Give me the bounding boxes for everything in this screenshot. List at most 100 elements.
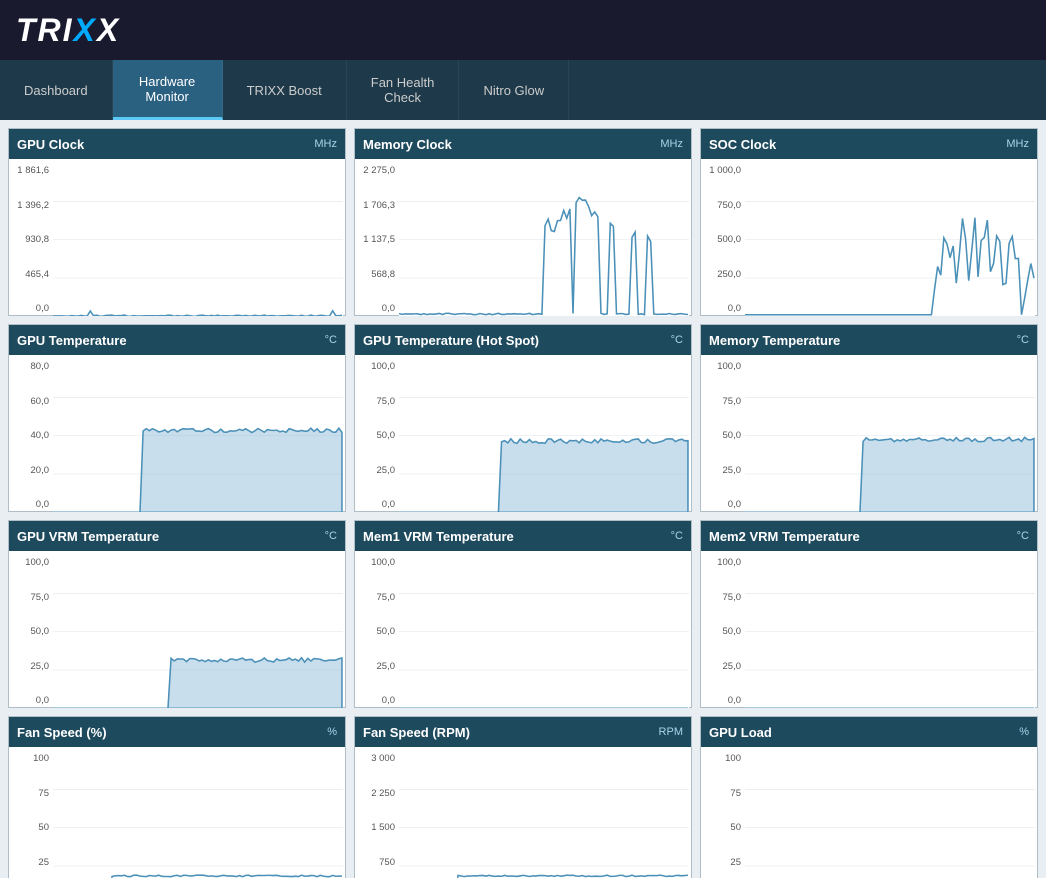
chart-body-mem2-vrm-temp: 100,075,050,025,00,0 bbox=[701, 551, 1037, 712]
y-label: 0,0 bbox=[11, 303, 49, 314]
y-axis-gpu-temp-hotspot: 100,075,050,025,00,0 bbox=[355, 359, 399, 512]
y-label: 60,0 bbox=[11, 396, 49, 407]
chart-unit-memory-temp: °C bbox=[1017, 334, 1029, 346]
y-axis-gpu-clock: 1 861,61 396,2930,8465,40,0 bbox=[9, 163, 53, 316]
y-label: 750,0 bbox=[703, 200, 741, 211]
chart-title-gpu-load: GPU Load bbox=[709, 725, 772, 740]
y-label: 0,0 bbox=[11, 499, 49, 510]
chart-gpu-clock: GPU ClockMHz1 861,61 396,2930,8465,40,0 bbox=[8, 128, 346, 316]
chart-unit-mem1-vrm-temp: °C bbox=[671, 530, 683, 542]
y-label: 0,0 bbox=[11, 695, 49, 706]
y-label: 250,0 bbox=[703, 269, 741, 280]
chart-body-memory-temp: 100,075,050,025,00,0 bbox=[701, 355, 1037, 516]
chart-title-fan-speed-pct: Fan Speed (%) bbox=[17, 725, 107, 740]
content-area: GPU ClockMHz1 861,61 396,2930,8465,40,0M… bbox=[0, 120, 1046, 878]
svg-area-mem1-vrm-temp bbox=[399, 555, 689, 708]
svg-area-fan-speed-rpm bbox=[399, 751, 689, 878]
y-label: 568,8 bbox=[357, 269, 395, 280]
y-label: 75,0 bbox=[357, 396, 395, 407]
svg-area-gpu-vrm-temp bbox=[53, 555, 343, 708]
chart-unit-gpu-vrm-temp: °C bbox=[325, 530, 337, 542]
chart-header-memory-clock: Memory ClockMHz bbox=[355, 129, 691, 159]
app-logo: TRIXX bbox=[16, 12, 120, 49]
y-label: 100,0 bbox=[357, 361, 395, 372]
svg-area-gpu-temp bbox=[53, 359, 343, 512]
chart-mem2-vrm-temp: Mem2 VRM Temperature°C100,075,050,025,00… bbox=[700, 520, 1038, 708]
close-button[interactable] bbox=[1014, 26, 1030, 34]
chart-body-fan-speed-pct: 1007550250 bbox=[9, 747, 345, 878]
y-label: 1 500 bbox=[357, 822, 395, 833]
chart-header-gpu-load: GPU Load% bbox=[701, 717, 1037, 747]
chart-title-gpu-temp: GPU Temperature bbox=[17, 333, 127, 348]
svg-area-gpu-load bbox=[745, 751, 1035, 878]
svg-area-fan-speed-pct bbox=[53, 751, 343, 878]
chart-body-gpu-temp: 80,060,040,020,00,0 bbox=[9, 355, 345, 516]
chart-fan-speed-pct: Fan Speed (%)%1007550250 bbox=[8, 716, 346, 878]
y-label: 50,0 bbox=[11, 626, 49, 637]
y-label: 750 bbox=[357, 857, 395, 868]
y-axis-memory-temp: 100,075,050,025,00,0 bbox=[701, 359, 745, 512]
y-label: 75 bbox=[703, 788, 741, 799]
y-label: 500,0 bbox=[703, 234, 741, 245]
nav-tab-dashboard[interactable]: Dashboard bbox=[0, 60, 113, 120]
chart-header-gpu-clock: GPU ClockMHz bbox=[9, 129, 345, 159]
y-label: 20,0 bbox=[11, 465, 49, 476]
y-label: 1 137,5 bbox=[357, 234, 395, 245]
y-label: 100,0 bbox=[703, 361, 741, 372]
y-label: 1 706,3 bbox=[357, 200, 395, 211]
y-label: 100,0 bbox=[11, 557, 49, 568]
chart-body-soc-clock: 1 000,0 750,0 500,0 250,0 0,0 bbox=[701, 159, 1037, 320]
nav-bar: DashboardHardware MonitorTRIXX BoostFan … bbox=[0, 60, 1046, 120]
chart-title-soc-clock: SOC Clock bbox=[709, 137, 776, 152]
chart-body-gpu-vrm-temp: 100,075,050,025,00,0 bbox=[9, 551, 345, 712]
y-label: 75,0 bbox=[357, 592, 395, 603]
chart-body-memory-clock: 2 275,01 706,31 137,5568,80,0 bbox=[355, 159, 691, 320]
chart-header-mem2-vrm-temp: Mem2 VRM Temperature°C bbox=[701, 521, 1037, 551]
y-label: 75,0 bbox=[11, 592, 49, 603]
y-label: 100 bbox=[703, 753, 741, 764]
y-label: 50,0 bbox=[357, 626, 395, 637]
y-label: 100,0 bbox=[703, 557, 741, 568]
y-label: 50 bbox=[703, 822, 741, 833]
y-label: 25 bbox=[11, 857, 49, 868]
svg-area-gpu-temp-hotspot bbox=[399, 359, 689, 512]
nav-tab-trixx-boost[interactable]: TRIXX Boost bbox=[223, 60, 347, 120]
chart-title-gpu-clock: GPU Clock bbox=[17, 137, 84, 152]
y-label: 465,4 bbox=[11, 269, 49, 280]
y-axis-mem1-vrm-temp: 100,075,050,025,00,0 bbox=[355, 555, 399, 708]
y-label: 0,0 bbox=[703, 303, 741, 314]
svg-area-memory-clock bbox=[399, 163, 689, 316]
chart-title-gpu-vrm-temp: GPU VRM Temperature bbox=[17, 529, 159, 544]
y-label: 0,0 bbox=[357, 695, 395, 706]
chart-unit-gpu-temp-hotspot: °C bbox=[671, 334, 683, 346]
chart-header-memory-temp: Memory Temperature °C bbox=[701, 325, 1037, 355]
title-bar: TRIXX bbox=[0, 0, 1046, 60]
nav-tab-nitro-glow[interactable]: Nitro Glow bbox=[459, 60, 569, 120]
chart-body-gpu-load: 1007550250 bbox=[701, 747, 1037, 878]
chart-header-soc-clock: SOC Clock MHz bbox=[701, 129, 1037, 159]
chart-gpu-vrm-temp: GPU VRM Temperature°C100,075,050,025,00,… bbox=[8, 520, 346, 708]
y-label: 50,0 bbox=[357, 430, 395, 441]
chart-memory-clock: Memory ClockMHz2 275,01 706,31 137,5568,… bbox=[354, 128, 692, 316]
chart-gpu-temp-hotspot: GPU Temperature (Hot Spot)°C 100,0 75,0 50,… bbox=[354, 324, 692, 512]
chart-unit-fan-speed-rpm: RPM bbox=[659, 726, 683, 738]
y-label: 1 000,0 bbox=[703, 165, 741, 176]
nav-tab-hardware-monitor[interactable]: Hardware Monitor bbox=[113, 60, 223, 120]
chart-header-gpu-temp: GPU Temperature°C bbox=[9, 325, 345, 355]
y-label: 1 861,6 bbox=[11, 165, 49, 176]
y-label: 75,0 bbox=[703, 592, 741, 603]
chart-title-memory-temp: Memory Temperature bbox=[709, 333, 840, 348]
chart-unit-fan-speed-pct: % bbox=[327, 726, 337, 738]
y-axis-gpu-temp: 80,060,040,020,00,0 bbox=[9, 359, 53, 512]
y-label: 930,8 bbox=[11, 234, 49, 245]
chart-mem1-vrm-temp: Mem1 VRM Temperature°C100,075,050,025,00… bbox=[354, 520, 692, 708]
chart-header-fan-speed-pct: Fan Speed (%)% bbox=[9, 717, 345, 747]
nav-tab-fan-health-check[interactable]: Fan Health Check bbox=[347, 60, 460, 120]
y-label: 25,0 bbox=[357, 661, 395, 672]
minimize-button[interactable] bbox=[986, 26, 1002, 34]
chart-unit-soc-clock: MHz bbox=[1006, 138, 1029, 150]
y-axis-gpu-load: 1007550250 bbox=[701, 751, 745, 878]
chart-header-gpu-temp-hotspot: GPU Temperature (Hot Spot)°C bbox=[355, 325, 691, 355]
y-label: 50,0 bbox=[703, 430, 741, 441]
y-label: 3 000 bbox=[357, 753, 395, 764]
